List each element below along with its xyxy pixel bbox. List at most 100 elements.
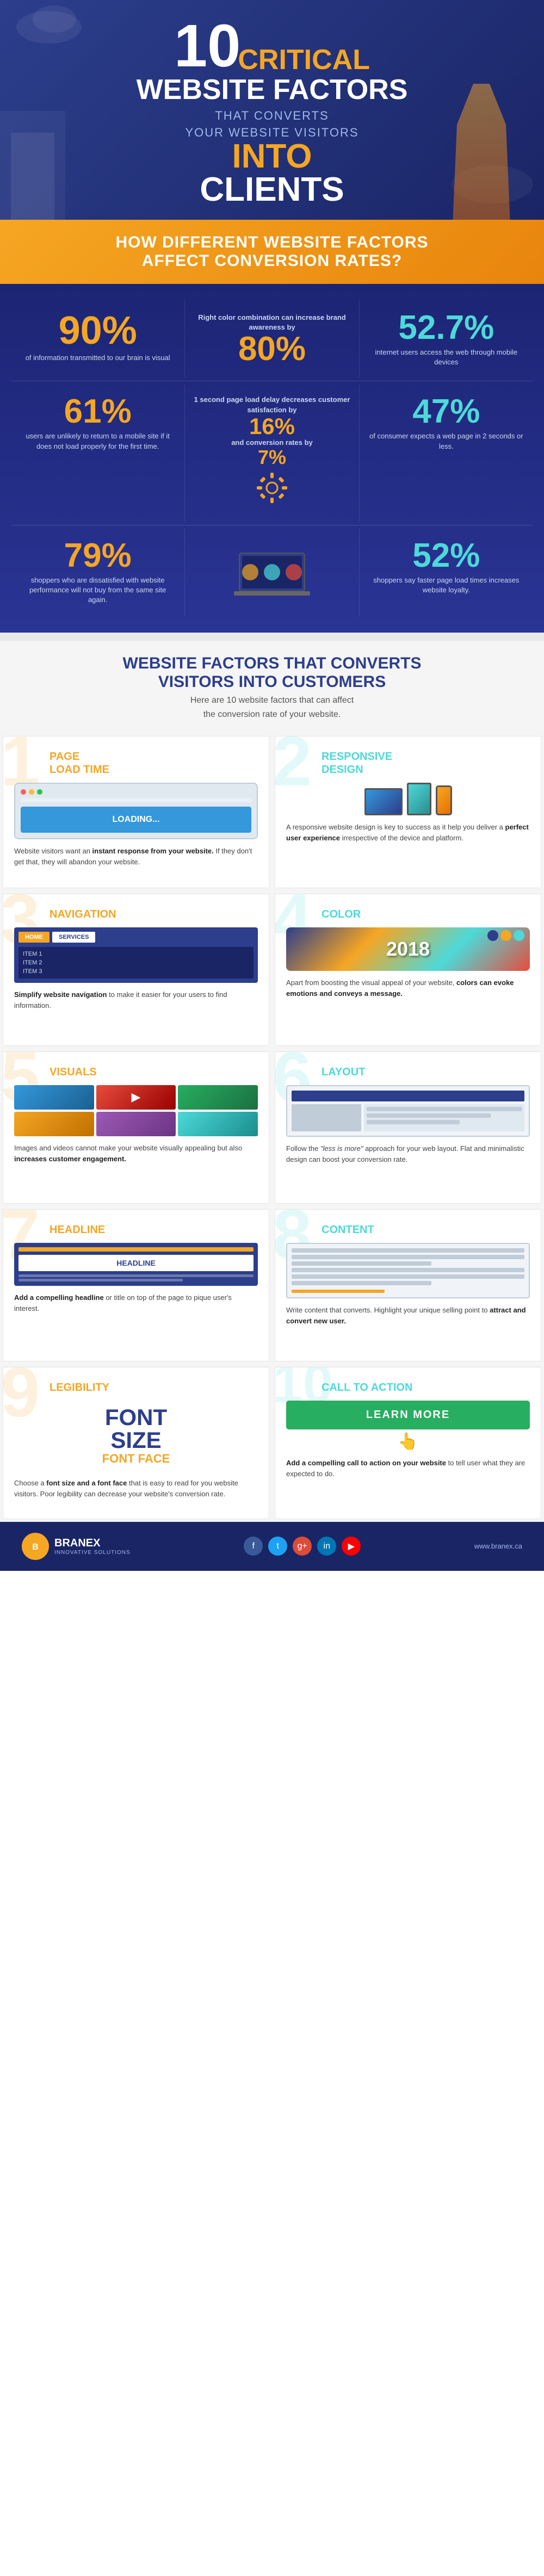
- footer: B BRANEX INNOVATIVE SOLUTIONS f t g+ in …: [0, 1522, 544, 1571]
- stat-47: 47% of consumer expects a web page in 2 …: [360, 384, 533, 522]
- factor-2-title2: DESIGN: [322, 763, 530, 776]
- stat-90-pct: 90%: [59, 311, 137, 350]
- factors-title-line1: WEBSITE FACTORS THAT CONVERTS: [33, 654, 511, 673]
- factor-6-title1: LAYOUT: [322, 1066, 530, 1079]
- stat-527-desc: internet users access the web through mo…: [368, 348, 525, 367]
- factor-6-desc: Follow the "less is more" approach for y…: [286, 1143, 530, 1166]
- factor-8-desc: Write content that converts. Highlight y…: [286, 1305, 530, 1328]
- linkedin-icon[interactable]: in: [317, 1537, 336, 1556]
- stats-section: 90% of information transmitted to our br…: [0, 284, 544, 633]
- factor-6: 6 LAYOUT Follo: [275, 1051, 541, 1204]
- twitter-icon[interactable]: t: [268, 1537, 287, 1556]
- svg-text:B: B: [32, 1543, 39, 1552]
- stat-52b-desc: shoppers say faster page load times incr…: [368, 575, 525, 595]
- tablet-icon: [407, 783, 431, 815]
- stat-7-pct: 7%: [258, 448, 286, 467]
- factors-subtitle: Here are 10 website factors that can aff…: [33, 696, 511, 705]
- youtube-icon[interactable]: ▶: [342, 1537, 361, 1556]
- font-size-text2: SIZE: [20, 1429, 252, 1452]
- stats-row-1: 90% of information transmitted to our br…: [11, 300, 533, 378]
- stat-61-pct: 61%: [64, 395, 132, 429]
- googleplus-icon[interactable]: g+: [293, 1537, 312, 1556]
- stats-row-3: 79% shoppers who are dissatisfied with w…: [11, 528, 533, 616]
- stat-47-pct: 47%: [412, 395, 480, 429]
- stat-80-note: Right color combination can increase bra…: [193, 313, 350, 332]
- learn-more-button[interactable]: LEARN MORE: [286, 1401, 530, 1429]
- hero-clients: CLIENTS: [137, 170, 408, 209]
- stats-header-title: HOW DIFFERENT WEBSITE FACTORS AFFECT CON…: [22, 233, 522, 270]
- stat-52b-pct: 52%: [412, 539, 480, 573]
- brand-name: BRANEX: [54, 1537, 131, 1550]
- factor-1: 1 PAGE LOAD TIME LOADING... Website visi…: [3, 736, 269, 888]
- factor-5-desc: Images and videos cannot make your websi…: [14, 1143, 258, 1166]
- factor-9-desc: Choose a font size and a font face that …: [14, 1478, 258, 1501]
- factor-3-desc: Simplify website navigation to make it e…: [14, 989, 258, 1012]
- factor-4-title1: COLOR: [322, 908, 530, 921]
- factor-5: 5 VISUALS ▶ Images and videos cannot mak…: [3, 1051, 269, 1204]
- factors-intro: WEBSITE FACTORS THAT CONVERTS VISITORS I…: [0, 641, 544, 733]
- stat-16-middle: 1 second page load delay decreases custo…: [185, 384, 359, 522]
- factor-8-visual: [286, 1243, 530, 1298]
- stat-61-desc: users are unlikely to return to a mobile…: [19, 431, 176, 451]
- factor-7-visual: HEADLINE: [14, 1243, 258, 1286]
- gallery-item-3: [178, 1085, 258, 1110]
- brand-logo-icon: B: [22, 1533, 49, 1560]
- factor-6-visual: [286, 1085, 530, 1137]
- factor-row-2: 3 NAVIGATION HOME SERVICES ITEM 1 ITEM 2…: [0, 891, 544, 1049]
- gallery-item-play[interactable]: ▶: [96, 1085, 176, 1110]
- stat-527-pct: 52.7%: [398, 311, 494, 345]
- stat-52b: 52% shoppers say faster page load times …: [360, 528, 533, 616]
- headline-text: HEADLINE: [18, 1255, 254, 1271]
- factor-9: 9 LEGIBILITY FONT SIZE FONT FACE Choose …: [3, 1367, 269, 1519]
- stat-middle-3: [185, 528, 359, 616]
- factor-2: 2 RESPONSIVE DESIGN A responsive website…: [275, 736, 541, 888]
- stats-row-2: 61% users are unlikely to return to a mo…: [11, 384, 533, 522]
- stat-80-middle: Right color combination can increase bra…: [185, 300, 359, 378]
- brand-sub: INNOVATIVE SOLUTIONS: [54, 1550, 131, 1556]
- factor-3-title1: NAVIGATION: [50, 908, 258, 921]
- nav-services-btn[interactable]: SERVICES: [52, 932, 95, 943]
- gallery-item-4: [14, 1112, 94, 1136]
- footer-logo: B BRANEX INNOVATIVE SOLUTIONS: [22, 1533, 131, 1560]
- factor-10-title1: CALL TO ACTION: [322, 1381, 530, 1394]
- factor-row-3: 5 VISUALS ▶ Images and videos cannot mak…: [0, 1049, 544, 1206]
- stat-80-pct: 80%: [238, 332, 306, 366]
- font-face-text: FONT FACE: [20, 1452, 252, 1466]
- stat-79-pct: 79%: [64, 539, 132, 573]
- stat-61: 61% users are unlikely to return to a mo…: [11, 384, 185, 522]
- gear-icon: [256, 472, 288, 507]
- desktop-icon: [364, 788, 403, 815]
- factor-7-title1: HEADLINE: [50, 1223, 258, 1236]
- factor-10-desc: Add a compelling call to action on your …: [286, 1458, 530, 1481]
- footer-url: www.branex.ca: [474, 1542, 522, 1550]
- stat-90: 90% of information transmitted to our br…: [11, 300, 185, 378]
- loading-text: LOADING...: [21, 807, 251, 833]
- hand-pointer-icon: 👆: [286, 1432, 530, 1451]
- factor-4-visual: 2018: [286, 927, 530, 971]
- stat-79-desc: shoppers who are dissatisfied with websi…: [19, 575, 176, 605]
- stat-52: 52.7% internet users access the web thro…: [360, 300, 533, 378]
- factor-2-visual: [286, 783, 530, 815]
- factor-7: 7 HEADLINE HEADLINE Add a compelling hea…: [3, 1209, 269, 1361]
- nav-home-btn[interactable]: HOME: [18, 932, 50, 943]
- stat-79: 79% shoppers who are dissatisfied with w…: [11, 528, 185, 616]
- social-icons: f t g+ in ▶: [244, 1537, 361, 1556]
- factor-5-visual: ▶: [14, 1085, 258, 1136]
- facebook-icon[interactable]: f: [244, 1537, 263, 1556]
- factor-row-4: 7 HEADLINE HEADLINE Add a compelling hea…: [0, 1206, 544, 1364]
- factor-4: 4 COLOR 2018 Apart from boosting the vis…: [275, 894, 541, 1046]
- factor-row-5: 9 LEGIBILITY FONT SIZE FONT FACE Choose …: [0, 1364, 544, 1522]
- phone-icon: [436, 785, 452, 815]
- gallery-item-1: [14, 1085, 94, 1110]
- factors-subtitle2: the conversion rate of your website.: [33, 710, 511, 720]
- factor-8-title1: CONTENT: [322, 1223, 530, 1236]
- factor-1-title2: LOAD TIME: [50, 763, 258, 776]
- factor-1-title1: PAGE: [50, 750, 258, 763]
- nav-item-1: ITEM 1: [23, 950, 249, 958]
- factor-10: 10 CALL TO ACTION LEARN MORE 👆 Add a com…: [275, 1367, 541, 1519]
- factor-10-visual: LEARN MORE 👆: [286, 1401, 530, 1451]
- laptop-icon: [234, 548, 310, 597]
- hero-critical: CRITICAL: [238, 44, 370, 76]
- factor-9-title1: LEGIBILITY: [50, 1381, 258, 1394]
- factor-1-desc: Website visitors want an instant respons…: [14, 846, 258, 869]
